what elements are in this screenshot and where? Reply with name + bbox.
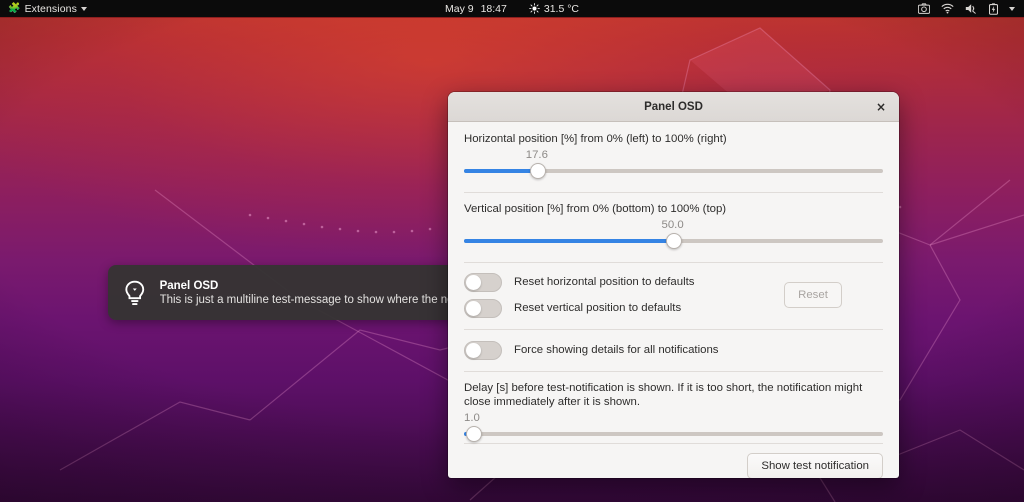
reset-horizontal-toggle[interactable]	[464, 272, 502, 292]
volume-muted-icon[interactable]	[965, 3, 978, 14]
divider	[464, 329, 883, 330]
divider	[464, 192, 883, 193]
clock-date: May 9	[444, 2, 474, 15]
weather-indicator[interactable]: 31.5 °C	[528, 2, 579, 15]
vertical-position-label: Vertical position [%] from 0% (bottom) t…	[464, 203, 727, 215]
lightbulb-icon	[125, 280, 145, 305]
toggle-knob	[466, 342, 481, 358]
panel-osd-preferences-window: Panel OSD × Horizontal position [%] from…	[448, 92, 899, 478]
dialog-footer: Show test notification	[464, 443, 883, 478]
divider	[464, 371, 883, 372]
horizontal-position-value: 17.6	[525, 149, 548, 161]
divider	[464, 262, 883, 263]
test-notification-popup[interactable]: Panel OSD This is just a multiline test-…	[108, 265, 498, 320]
preferences-content: Horizontal position [%] from 0% (left) t…	[448, 122, 899, 478]
force-details-row[interactable]: Force showing details for all notificati…	[464, 337, 883, 363]
extensions-menu-button[interactable]: 🧩 Extensions	[8, 3, 87, 15]
screenshot-icon[interactable]	[918, 3, 930, 14]
slider-fill	[464, 169, 538, 173]
battery-icon[interactable]	[989, 2, 998, 15]
window-title-bar[interactable]: Panel OSD ×	[448, 92, 899, 122]
reset-vertical-label: Reset vertical position to defaults	[514, 302, 682, 314]
reset-button[interactable]: Reset	[784, 282, 842, 308]
toggle-knob	[466, 274, 481, 290]
clock-button[interactable]: May 9 18:47	[445, 3, 507, 15]
show-test-notification-button[interactable]: Show test notification	[747, 453, 883, 478]
horizontal-position-slider[interactable]	[464, 162, 883, 180]
system-menu-chevron-down-icon[interactable]	[1009, 6, 1015, 11]
reset-vertical-toggle[interactable]	[464, 298, 502, 318]
slider-knob[interactable]	[529, 163, 546, 179]
clock-time: 18:47	[480, 2, 507, 15]
reset-vertical-row[interactable]: Reset vertical position to defaults	[464, 295, 743, 321]
slider-knob[interactable]	[665, 233, 682, 249]
wifi-icon[interactable]	[941, 3, 954, 14]
delay-value: 1.0	[464, 412, 480, 424]
sun-icon	[528, 3, 540, 14]
toggle-knob	[466, 300, 481, 316]
notification-body: This is just a multiline test-message to…	[159, 293, 484, 306]
vertical-position-group: Vertical position [%] from 0% (bottom) t…	[464, 202, 883, 250]
close-icon[interactable]: ×	[871, 97, 891, 117]
horizontal-position-label: Horizontal position [%] from 0% (left) t…	[464, 133, 727, 145]
force-details-toggle[interactable]	[464, 340, 502, 360]
vertical-position-value: 50.0	[661, 219, 684, 231]
notification-title: Panel OSD	[159, 279, 219, 292]
delay-slider[interactable]	[464, 425, 883, 443]
chevron-down-icon	[80, 6, 87, 11]
divider	[464, 443, 883, 444]
reset-horizontal-label: Reset horizontal position to defaults	[514, 276, 695, 288]
delay-label: Delay [s] before test-notification is sh…	[464, 382, 863, 408]
slider-knob[interactable]	[466, 426, 483, 442]
window-title: Panel OSD	[644, 100, 703, 113]
slider-fill	[464, 239, 674, 243]
reset-horizontal-row[interactable]: Reset horizontal position to defaults	[464, 269, 743, 295]
slider-track	[464, 432, 883, 436]
force-details-label: Force showing details for all notificati…	[514, 344, 719, 356]
horizontal-position-group: Horizontal position [%] from 0% (left) t…	[464, 132, 883, 180]
reset-defaults-group: Reset horizontal position to defaults Re…	[464, 269, 883, 321]
puzzle-piece-icon: 🧩	[8, 3, 21, 14]
temperature-label: 31.5 °C	[543, 2, 579, 15]
extensions-label: Extensions	[24, 2, 77, 15]
delay-group: Delay [s] before test-notification is sh…	[464, 381, 883, 443]
top-bar: 🧩 Extensions May 9 18:47 31.5 °C	[0, 0, 1024, 18]
vertical-position-slider[interactable]	[464, 232, 883, 250]
